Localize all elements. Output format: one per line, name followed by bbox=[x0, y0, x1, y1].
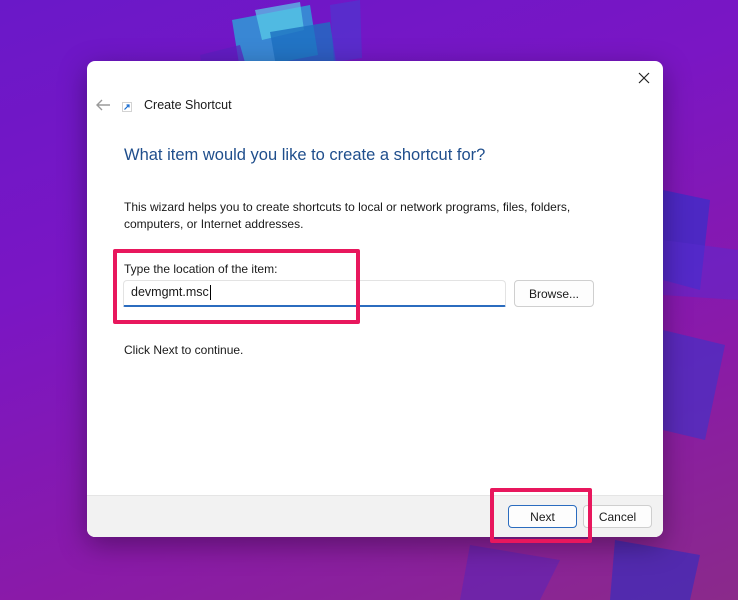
close-icon bbox=[638, 72, 650, 84]
location-input-value: devmgmt.msc bbox=[131, 285, 209, 299]
back-arrow-icon[interactable] bbox=[94, 97, 112, 113]
shortcut-icon bbox=[122, 102, 132, 112]
text-caret bbox=[210, 285, 211, 300]
page-heading: What item would you like to create a sho… bbox=[124, 146, 486, 164]
location-input[interactable]: devmgmt.msc bbox=[123, 280, 506, 307]
wizard-description: This wizard helps you to create shortcut… bbox=[124, 200, 571, 231]
location-label: Type the location of the item: bbox=[124, 262, 278, 276]
next-button[interactable]: Next bbox=[508, 505, 577, 528]
window-title: Create Shortcut bbox=[144, 98, 232, 112]
create-shortcut-dialog: Create Shortcut What item would you like… bbox=[87, 61, 663, 537]
continue-hint: Click Next to continue. bbox=[124, 343, 244, 357]
browse-button[interactable]: Browse... bbox=[514, 280, 594, 307]
cancel-button[interactable]: Cancel bbox=[583, 505, 652, 528]
dialog-footer: Next Cancel bbox=[87, 495, 663, 537]
close-button[interactable] bbox=[633, 67, 655, 89]
